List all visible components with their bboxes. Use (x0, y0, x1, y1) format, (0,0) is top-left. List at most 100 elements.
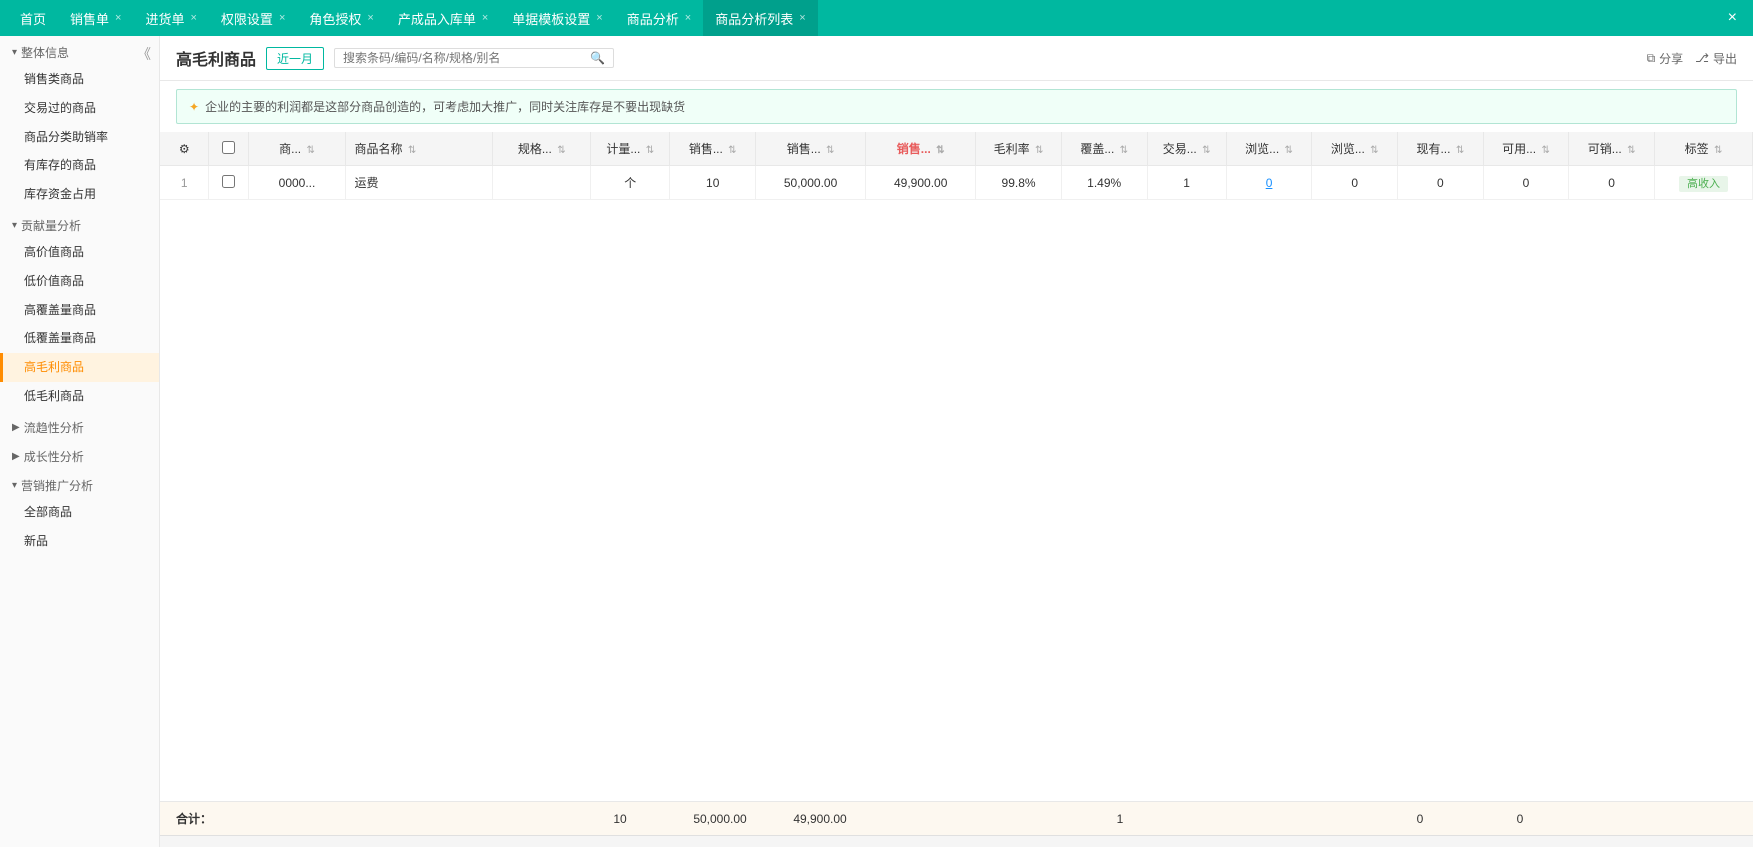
sidebar-item-category-sales-rate[interactable]: 商品分类助销率 (0, 123, 159, 152)
close-icon[interactable]: × (279, 12, 285, 24)
col-header-unit[interactable]: 计量... ⇅ (591, 132, 670, 166)
nav-role-auth[interactable]: 角色授权 × (297, 0, 385, 36)
col-header-trade[interactable]: 交易... ⇅ (1147, 132, 1226, 166)
sidebar-section-growth[interactable]: ▶ 成长性分析 (0, 440, 159, 469)
col-header-sale-amt[interactable]: 销售... ⇅ (756, 132, 866, 166)
nav-product-entry[interactable]: 产成品入库单 × (386, 0, 500, 36)
close-all-button[interactable]: × (1720, 9, 1745, 27)
export-button[interactable]: ⎇ 导出 (1695, 50, 1737, 67)
col-header-sale-qty[interactable]: 销售... ⇅ (670, 132, 756, 166)
row-unit: 个 (591, 166, 670, 200)
col-header-settings[interactable]: ⚙ (160, 132, 209, 166)
row-num: 1 (160, 166, 209, 200)
sort-icon: ⇅ (307, 145, 315, 156)
search-input[interactable] (343, 51, 590, 65)
sidebar-section-overall[interactable]: ▾ 整体信息 (0, 36, 159, 65)
search-icon[interactable]: 🔍 (590, 51, 605, 65)
chevron-down-icon: ▾ (12, 47, 17, 58)
settings-icon: ⚙ (179, 142, 190, 156)
close-icon[interactable]: × (367, 12, 373, 24)
col-header-stock1[interactable]: 现有... ⇅ (1398, 132, 1484, 166)
row-sale-amt: 50,000.00 (756, 166, 866, 200)
close-icon[interactable]: × (799, 12, 805, 24)
sort-icon: ⇅ (1035, 145, 1043, 156)
sidebar-item-high-coverage[interactable]: 高覆盖量商品 (0, 296, 159, 325)
row-checkbox[interactable] (222, 175, 235, 188)
sidebar-item-high-gross[interactable]: 高毛利商品 (0, 353, 159, 382)
col-header-browse1[interactable]: 浏览... ⇅ (1226, 132, 1312, 166)
chevron-down-icon: ▾ (12, 480, 17, 491)
sidebar-item-traded-goods[interactable]: 交易过的商品 (0, 94, 159, 123)
col-header-cover[interactable]: 覆盖... ⇅ (1061, 132, 1147, 166)
sort-icon: ⇅ (728, 145, 736, 156)
nav-permissions[interactable]: 权限设置 × (209, 0, 297, 36)
nav-purchase[interactable]: 进货单 × (133, 0, 208, 36)
col-header-stock2[interactable]: 可用... ⇅ (1483, 132, 1569, 166)
col-header-check[interactable] (209, 132, 248, 166)
main-layout: 《 ▾ 整体信息 销售类商品 交易过的商品 商品分类助销率 有库存的商品 库存资… (0, 36, 1753, 847)
close-icon[interactable]: × (482, 12, 488, 24)
close-icon[interactable]: × (115, 12, 121, 24)
col-header-tag[interactable]: 标签 ⇅ (1654, 132, 1752, 166)
select-all-checkbox[interactable] (222, 141, 235, 154)
row-trade: 1 (1147, 166, 1226, 200)
info-icon: ✦ (189, 100, 199, 114)
sidebar-item-low-coverage[interactable]: 低覆盖量商品 (0, 324, 159, 353)
sort-icon: ⇅ (1285, 145, 1293, 156)
sidebar-item-stock-capital[interactable]: 库存资金占用 (0, 180, 159, 209)
sidebar-item-low-gross[interactable]: 低毛利商品 (0, 382, 159, 411)
table-footer: 合计： 10 50,000.00 49,900.00 1 0 0 (160, 801, 1753, 835)
row-spec (493, 166, 591, 200)
sidebar-collapse-button[interactable]: 《 (137, 44, 151, 64)
sidebar-section-contribution[interactable]: ▾ 贡献量分析 (0, 209, 159, 238)
sidebar-item-all-goods[interactable]: 全部商品 (0, 498, 159, 527)
nav-product-analysis-list[interactable]: 商品分析列表 × (703, 0, 817, 36)
sidebar-item-new-goods[interactable]: 新品 (0, 527, 159, 556)
row-sale2: 0 (1569, 166, 1655, 200)
row-stock1: 0 (1398, 166, 1484, 200)
sidebar-item-sales-goods[interactable]: 销售类商品 (0, 65, 159, 94)
sidebar-item-low-value[interactable]: 低价值商品 (0, 267, 159, 296)
row-tag: 高收入 (1654, 166, 1752, 200)
sort-icon: ⇅ (408, 145, 416, 156)
sort-icon: ⇅ (646, 145, 654, 156)
chevron-right-icon: ▶ (12, 451, 20, 462)
sidebar-section-marketing[interactable]: ▾ 营销推广分析 (0, 469, 159, 498)
period-button[interactable]: 近一月 (266, 47, 324, 70)
footer-sale-profit: 49,900.00 (780, 812, 860, 826)
col-header-sale2[interactable]: 可销... ⇅ (1569, 132, 1655, 166)
nav-product-analysis[interactable]: 商品分析 × (615, 0, 703, 36)
col-header-browse2[interactable]: 浏览... ⇅ (1312, 132, 1398, 166)
col-header-gross[interactable]: 毛利率 ⇅ (976, 132, 1062, 166)
share-icon: ⧉ (1647, 51, 1656, 66)
content-area: 高毛利商品 近一月 🔍 ⧉ 分享 ⎇ 导出 ✦ 企业的主要的利润都是这部分商品创… (160, 36, 1753, 847)
close-icon[interactable]: × (685, 12, 691, 24)
table-container[interactable]: ⚙ 商... ⇅ 商品名称 ⇅ (160, 132, 1753, 801)
col-header-name[interactable]: 商品名称 ⇅ (346, 132, 493, 166)
share-button[interactable]: ⧉ 分享 (1647, 50, 1684, 67)
sidebar-item-high-value[interactable]: 高价值商品 (0, 238, 159, 267)
sort-icon: ⇅ (1370, 145, 1378, 156)
sidebar-section-trend[interactable]: ▶ 流趋性分析 (0, 411, 159, 440)
header-actions: ⧉ 分享 ⎇ 导出 (1647, 50, 1737, 67)
nav-template-settings[interactable]: 单据模板设置 × (500, 0, 614, 36)
sort-icon: ⇅ (1202, 145, 1210, 156)
table-row[interactable]: 1 0000... 运费 个 10 50,000.00 49,900.00 99… (160, 166, 1753, 200)
nav-sales-order[interactable]: 销售单 × (58, 0, 133, 36)
col-header-sale-profit[interactable]: 销售... ⇅ (866, 132, 976, 166)
col-header-spec[interactable]: 规格... ⇅ (493, 132, 591, 166)
sort-icon: ⇅ (1541, 145, 1549, 156)
close-icon[interactable]: × (190, 12, 196, 24)
row-sale-profit: 49,900.00 (866, 166, 976, 200)
horizontal-scrollbar[interactable] (160, 835, 1753, 847)
nav-home[interactable]: 首页 (8, 0, 58, 36)
col-header-code[interactable]: 商... ⇅ (248, 132, 346, 166)
chevron-down-icon: ▾ (12, 220, 17, 231)
close-icon[interactable]: × (596, 12, 602, 24)
row-browse2: 0 (1312, 166, 1398, 200)
row-check[interactable] (209, 166, 248, 200)
row-name: 运费 (346, 166, 493, 200)
row-browse1[interactable]: 0 (1226, 166, 1312, 200)
row-code: 0000... (248, 166, 346, 200)
sidebar-item-stocked-goods[interactable]: 有库存的商品 (0, 151, 159, 180)
